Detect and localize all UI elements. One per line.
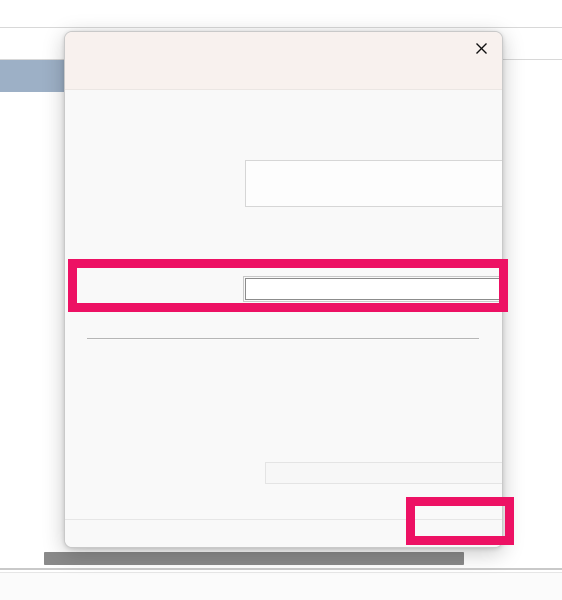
start-parameters-input bbox=[265, 462, 502, 484]
footer-divider bbox=[65, 519, 502, 520]
bg-scrollbar-thumb[interactable] bbox=[44, 552, 464, 565]
bg-horizontal-scrollbar[interactable] bbox=[44, 552, 464, 565]
bg-divider-top bbox=[0, 27, 562, 28]
bg-top-band bbox=[0, 0, 562, 28]
section-divider bbox=[87, 338, 479, 340]
tab-panel-general bbox=[65, 89, 502, 547]
start-parameters-field bbox=[266, 463, 502, 483]
dialog-titlebar[interactable] bbox=[65, 32, 502, 65]
startup-type-value[interactable] bbox=[243, 276, 502, 302]
bg-bottom-border bbox=[0, 568, 562, 570]
service-properties-dialog bbox=[64, 31, 503, 548]
description-value bbox=[246, 161, 502, 206]
description-textarea[interactable] bbox=[245, 160, 502, 207]
dialog-tabs bbox=[65, 65, 502, 89]
close-icon[interactable] bbox=[460, 32, 502, 65]
startup-type-combobox[interactable] bbox=[243, 276, 502, 302]
bg-footer-area bbox=[0, 573, 562, 600]
